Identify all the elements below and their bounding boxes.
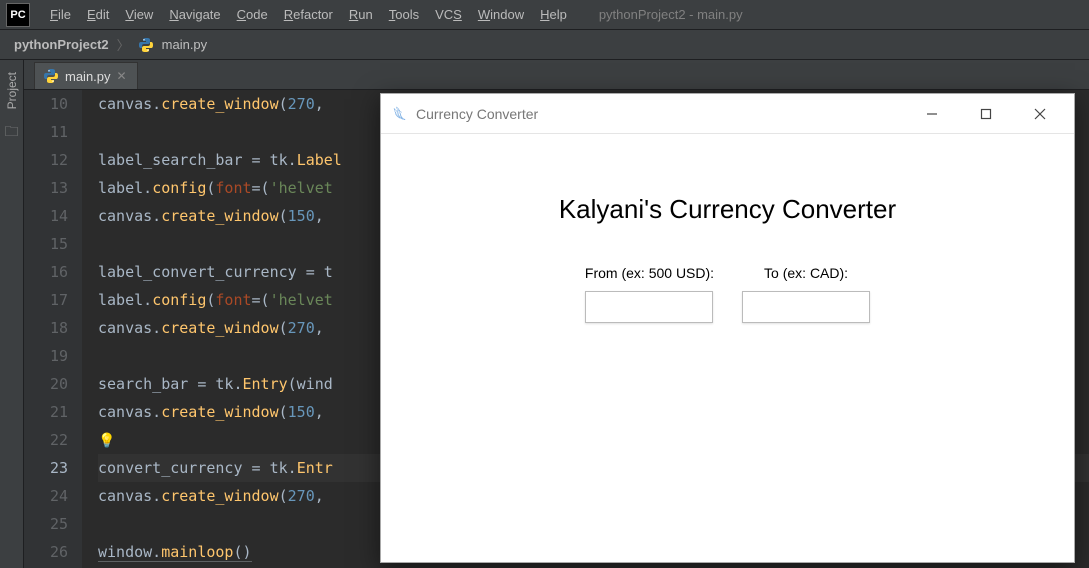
line-number: 17: [24, 286, 68, 314]
python-file-icon: [138, 37, 154, 53]
line-number: 15: [24, 230, 68, 258]
line-number: 21: [24, 398, 68, 426]
project-toolwindow-tab[interactable]: Project: [5, 66, 19, 115]
to-label: To (ex: CAD):: [764, 265, 848, 281]
menu-tools[interactable]: Tools: [381, 7, 427, 22]
menu-window[interactable]: Window: [470, 7, 532, 22]
menu-navigate[interactable]: Navigate: [161, 7, 228, 22]
pycharm-logo: PC: [6, 3, 30, 27]
line-number: 11: [24, 118, 68, 146]
tk-window-title: Currency Converter: [416, 106, 900, 122]
line-number: 10: [24, 90, 68, 118]
menu-help[interactable]: Help: [532, 7, 575, 22]
menu-code[interactable]: Code: [229, 7, 276, 22]
tk-app-window: 𓆰 Currency Converter Kalyani's Currency …: [380, 93, 1075, 563]
line-number: 16: [24, 258, 68, 286]
line-number: 18: [24, 314, 68, 342]
toolwindow-bar: Project 🗀: [0, 60, 24, 568]
editor-tabs: main.py ✕: [24, 60, 1089, 90]
breadcrumb-file[interactable]: main.py: [162, 37, 208, 52]
app-heading: Kalyani's Currency Converter: [381, 194, 1074, 225]
tk-titlebar[interactable]: 𓆰 Currency Converter: [381, 94, 1074, 134]
window-title: pythonProject2 - main.py: [599, 7, 743, 22]
line-number: 19: [24, 342, 68, 370]
line-number: 26: [24, 538, 68, 566]
python-file-icon: [43, 68, 59, 84]
minimize-button[interactable]: [910, 94, 954, 133]
menu-file[interactable]: File: [42, 7, 79, 22]
from-input[interactable]: [585, 291, 713, 323]
breadcrumb: pythonProject2 〉 main.py: [0, 30, 1089, 60]
breadcrumb-project[interactable]: pythonProject2: [14, 37, 109, 52]
from-label: From (ex: 500 USD):: [585, 265, 714, 281]
editor-tab-main[interactable]: main.py ✕: [34, 62, 138, 89]
menu-vcs[interactable]: VCS: [427, 7, 470, 22]
line-number: 25: [24, 510, 68, 538]
editor-tab-label: main.py: [65, 69, 111, 84]
line-number: 24: [24, 482, 68, 510]
close-tab-icon[interactable]: ✕: [117, 69, 127, 83]
line-number: 23: [24, 454, 68, 482]
line-gutter: 1011121314151617181920212223242526: [24, 90, 82, 568]
menu-run[interactable]: Run: [341, 7, 381, 22]
to-input[interactable]: [742, 291, 870, 323]
menu-refactor[interactable]: Refactor: [276, 7, 341, 22]
line-number: 14: [24, 202, 68, 230]
menubar: PC FileEditViewNavigateCodeRefactorRunTo…: [0, 0, 1089, 30]
tk-feather-icon: 𓆰: [393, 101, 406, 127]
line-number: 13: [24, 174, 68, 202]
breadcrumb-separator: 〉: [117, 35, 130, 54]
line-number: 12: [24, 146, 68, 174]
menu-view[interactable]: View: [117, 7, 161, 22]
folder-icon: 🗀: [5, 121, 19, 145]
maximize-button[interactable]: [964, 94, 1008, 133]
line-number: 22: [24, 426, 68, 454]
close-button[interactable]: [1018, 94, 1062, 133]
line-number: 20: [24, 370, 68, 398]
menu-edit[interactable]: Edit: [79, 7, 117, 22]
